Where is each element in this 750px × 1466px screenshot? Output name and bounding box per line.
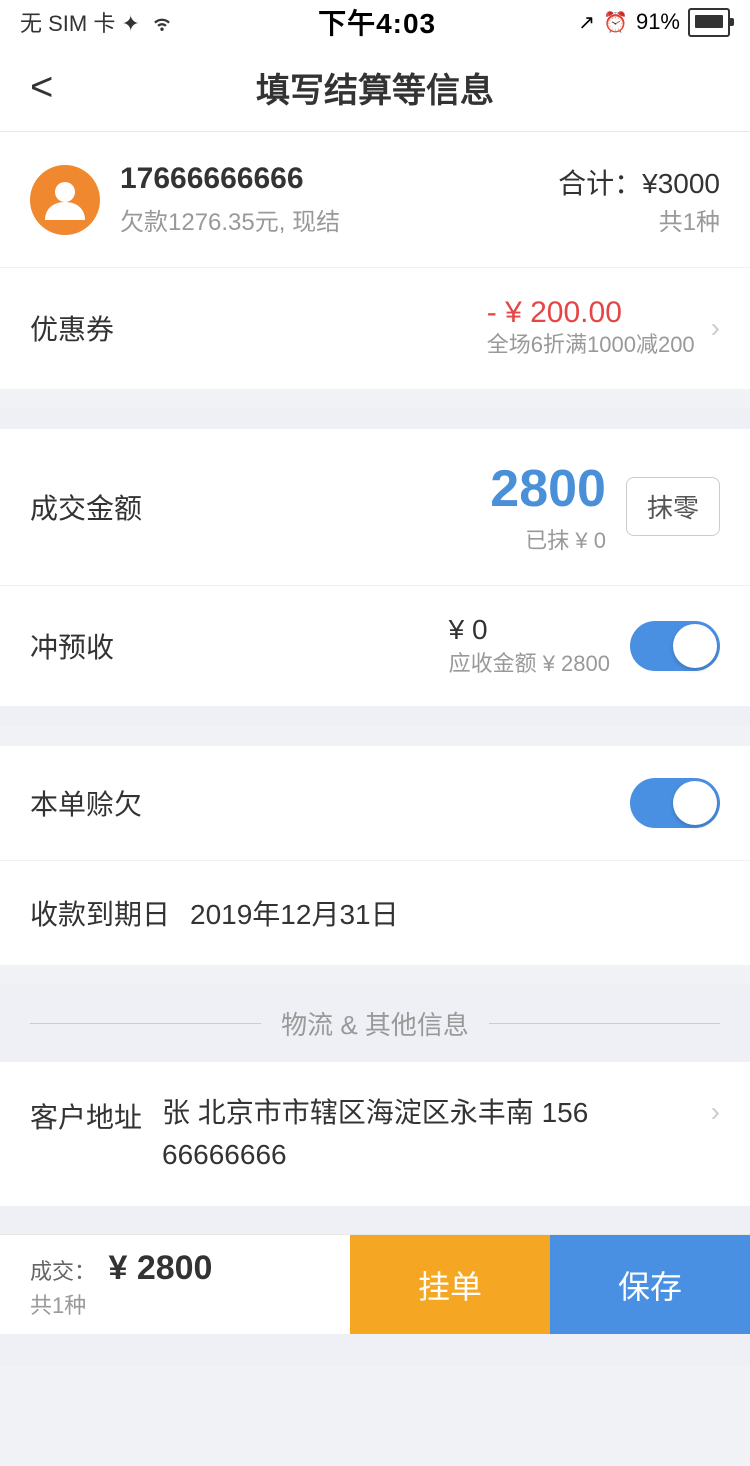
- coupon-desc: 全场6折满1000减200: [487, 330, 695, 361]
- debt-toggle-knob: [673, 781, 717, 825]
- hold-button[interactable]: 挂单: [350, 1235, 550, 1334]
- debt-label: 本单赊欠: [30, 783, 142, 823]
- advance-row: 冲预收 ¥ 0 应收金额 ¥ 2800: [0, 585, 750, 706]
- amount-value: 2800: [490, 459, 606, 519]
- duedate-row: 收款到期日 2019年12月31日: [30, 893, 720, 933]
- divider-line-right: [489, 1023, 720, 1024]
- footer-count: 共1种: [30, 1288, 320, 1320]
- amount-sub: 已抹 ¥ 0: [490, 523, 606, 555]
- duedate-value: 2019年12月31日: [190, 893, 399, 933]
- coupon-row[interactable]: 优惠券 - ¥ 200.00 全场6折满1000减200 ›: [0, 267, 750, 389]
- battery-icon: [688, 8, 730, 37]
- footer-info: 成交： ¥ 2800 共1种: [0, 1235, 350, 1334]
- customer-note: 欠款1276.35元, 现结: [120, 202, 340, 237]
- footer: 成交： ¥ 2800 共1种 挂单 保存: [0, 1234, 750, 1334]
- divider-line-left: [30, 1023, 261, 1024]
- footer-deal-amount: ¥ 2800: [108, 1249, 212, 1287]
- section-divider-2: [0, 706, 750, 726]
- status-left: 无 SIM 卡 ✦: [20, 6, 176, 38]
- advance-toggle-knob: [673, 624, 717, 668]
- duedate-label: 收款到期日: [30, 893, 170, 933]
- footer-deal-label: 成交：: [30, 1259, 96, 1284]
- advance-toggle[interactable]: [630, 621, 720, 671]
- customer-section: 17666666666 欠款1276.35元, 现结 合计：¥3000 共1种 …: [0, 132, 750, 389]
- debt-section: 本单赊欠 收款到期日 2019年12月31日: [0, 746, 750, 965]
- duedate-section: 收款到期日 2019年12月31日: [0, 860, 750, 965]
- amount-row: 成交金额 2800 已抹 ¥ 0 抹零: [0, 429, 750, 585]
- advance-amount: ¥ 0: [449, 614, 610, 646]
- coupon-discount: - ¥ 200.00: [487, 296, 695, 330]
- save-button[interactable]: 保存: [550, 1235, 750, 1334]
- debt-toggle[interactable]: [630, 778, 720, 828]
- alarm-icon: ⏰: [603, 10, 628, 35]
- avatar: [30, 165, 100, 235]
- address-section[interactable]: 客户地址 张 北京市市辖区海淀区永丰南 156 66666666 ›: [0, 1062, 750, 1206]
- debt-row: 本单赊欠: [0, 746, 750, 860]
- coupon-chevron-icon: ›: [711, 312, 720, 344]
- amount-value-col: 2800 已抹 ¥ 0: [490, 459, 606, 555]
- customer-left: 17666666666 欠款1276.35元, 现结: [30, 162, 340, 237]
- customer-summary: 合计：¥3000 共1种: [558, 162, 720, 237]
- address-value: 张 北京市市辖区海淀区永丰南 156 66666666: [162, 1092, 691, 1176]
- logistics-divider: 物流 & 其他信息: [0, 985, 750, 1062]
- amount-right: 2800 已抹 ¥ 0 抹零: [490, 459, 720, 555]
- sim-label: 无 SIM 卡 ✦: [20, 6, 140, 38]
- customer-row: 17666666666 欠款1276.35元, 现结 合计：¥3000 共1种: [0, 132, 750, 267]
- advance-right: ¥ 0 应收金额 ¥ 2800: [449, 614, 720, 678]
- round-button[interactable]: 抹零: [626, 477, 720, 536]
- wifi-icon: [148, 12, 176, 32]
- address-chevron-icon: ›: [711, 1096, 720, 1128]
- amount-label: 成交金额: [30, 487, 142, 527]
- advance-label: 冲预收: [30, 626, 114, 666]
- customer-phone: 17666666666: [120, 162, 340, 196]
- advance-sub: 应收金额 ¥ 2800: [449, 646, 610, 678]
- customer-count: 共1种: [558, 202, 720, 237]
- nav-bar: < 填写结算等信息: [0, 44, 750, 132]
- status-time: 下午4:03: [318, 2, 436, 42]
- status-right: ↗ ⏰ 91%: [578, 8, 730, 37]
- page-title: 填写结算等信息: [256, 63, 494, 112]
- logistics-label: 物流 & 其他信息: [281, 1005, 469, 1042]
- customer-total: 合计：¥3000: [558, 162, 720, 202]
- amount-section: 成交金额 2800 已抹 ¥ 0 抹零 冲预收 ¥ 0 应收金额 ¥ 2800: [0, 429, 750, 706]
- battery-percent: 91%: [636, 9, 680, 35]
- status-bar: 无 SIM 卡 ✦ 下午4:03 ↗ ⏰ 91%: [0, 0, 750, 44]
- footer-amount-row: 成交： ¥ 2800: [30, 1249, 320, 1288]
- location-icon: ↗: [578, 10, 595, 35]
- section-divider-1: [0, 409, 750, 429]
- coupon-right: - ¥ 200.00 全场6折满1000减200 ›: [487, 296, 720, 361]
- customer-info: 17666666666 欠款1276.35元, 现结: [120, 162, 340, 237]
- coupon-label: 优惠券: [30, 308, 114, 348]
- back-button[interactable]: <: [30, 65, 53, 110]
- address-label: 客户地址: [30, 1096, 142, 1136]
